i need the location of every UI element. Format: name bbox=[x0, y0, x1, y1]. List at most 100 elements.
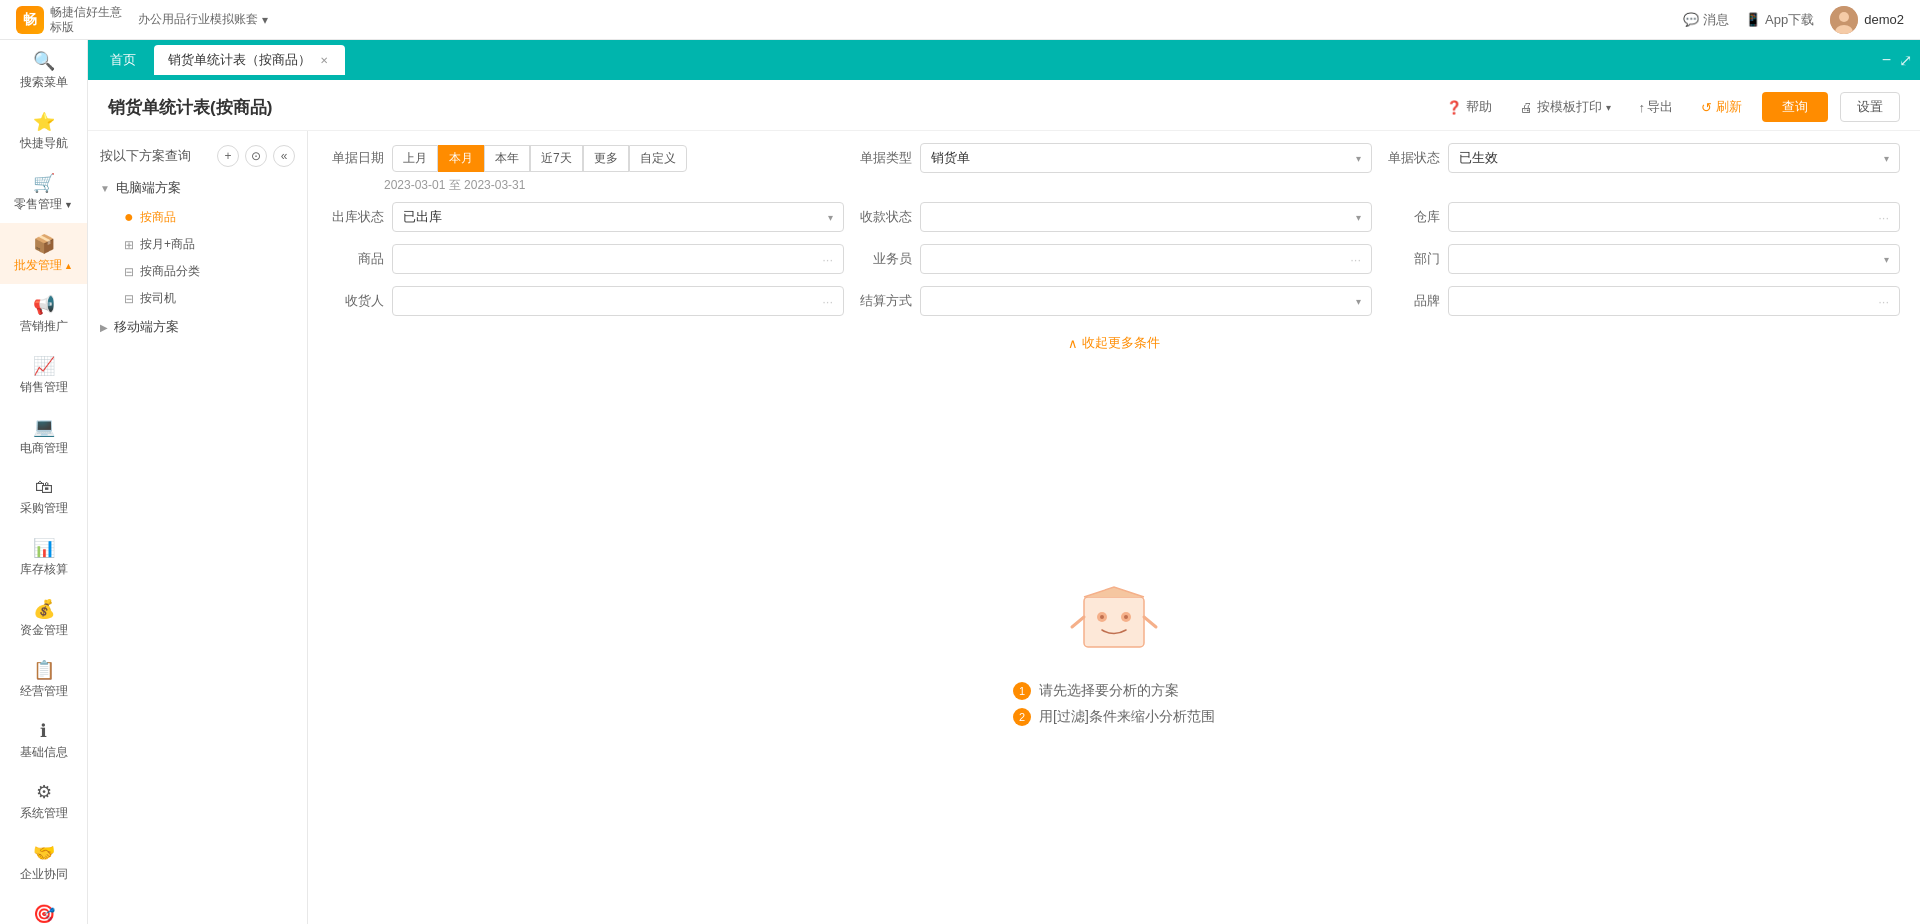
sidebar-item-basic-info[interactable]: ℹ 基础信息 bbox=[0, 710, 87, 771]
tree-item-by-driver[interactable]: ⊟ 按司机 bbox=[88, 285, 307, 312]
consignee-input[interactable]: ··· bbox=[392, 286, 844, 316]
collapse-button[interactable]: ∧ 收起更多条件 bbox=[1068, 334, 1160, 352]
sidebar-item-sales[interactable]: 📈 销售管理 bbox=[0, 345, 87, 406]
dept-select[interactable]: ▾ bbox=[1448, 244, 1900, 274]
consignee-dots-icon[interactable]: ··· bbox=[822, 294, 833, 309]
sidebar-item-nav[interactable]: ⭐ 快捷导航 bbox=[0, 101, 87, 162]
tree-mobile-label: 移动端方案 bbox=[114, 318, 179, 336]
sidebar-item-wholesale[interactable]: 📦 批发管理 ▲ bbox=[0, 223, 87, 284]
current-tab-label: 销货单统计表（按商品） bbox=[168, 51, 311, 69]
tree-by-category-label: 按商品分类 bbox=[140, 263, 200, 280]
app-download-button[interactable]: 📱 App下载 bbox=[1745, 11, 1814, 29]
tab-current[interactable]: 销货单统计表（按商品） ✕ bbox=[154, 45, 345, 75]
sidebar-item-guide[interactable]: 🎯 新手引导 bbox=[0, 893, 87, 924]
system-icon: ⚙ bbox=[4, 781, 83, 803]
right-content: 单据日期 上月 本月 本年 近7天 更多 自定义 bbox=[308, 131, 1920, 924]
sidebar-item-marketing[interactable]: 📢 营销推广 bbox=[0, 284, 87, 345]
help-icon: ❓ bbox=[1446, 100, 1462, 115]
sidebar-item-system[interactable]: ⚙ 系统管理 bbox=[0, 771, 87, 832]
print-template-button[interactable]: 🖨 按模板打印 ▾ bbox=[1512, 94, 1619, 120]
doc-status-control: 已生效 ▾ bbox=[1448, 143, 1900, 173]
refresh-button[interactable]: ↺ 刷新 bbox=[1693, 94, 1750, 120]
edit-scheme-button[interactable]: ⊙ bbox=[245, 145, 267, 167]
date-btn-more[interactable]: 更多 bbox=[583, 145, 629, 172]
doc-status-select[interactable]: 已生效 ▾ bbox=[1448, 143, 1900, 173]
retail-icon: 🛒 bbox=[4, 172, 83, 194]
top-bar-left: 畅 畅捷信好生意 标版 办公用品行业模拟账套 ▾ bbox=[16, 5, 276, 34]
tree-item-by-category[interactable]: ⊟ 按商品分类 bbox=[88, 258, 307, 285]
sales-icon: 📈 bbox=[4, 355, 83, 377]
filter-date: 单据日期 上月 本月 本年 近7天 更多 自定义 bbox=[328, 145, 844, 172]
tree-group-mobile[interactable]: ▶ 移动端方案 bbox=[88, 312, 307, 342]
svg-point-7 bbox=[1124, 615, 1128, 619]
tree-item-by-month-goods[interactable]: ⊞ 按月+商品 bbox=[88, 231, 307, 258]
sidebar-item-finance[interactable]: 💰 资金管理 bbox=[0, 588, 87, 649]
warehouse-dots-icon[interactable]: ··· bbox=[1878, 210, 1889, 225]
add-scheme-button[interactable]: + bbox=[217, 145, 239, 167]
sidebar-item-ecommerce[interactable]: 💻 电商管理 bbox=[0, 406, 87, 467]
salesman-label: 业务员 bbox=[856, 250, 912, 268]
filter-grid: 单据日期 上月 本月 本年 近7天 更多 自定义 bbox=[308, 131, 1920, 362]
settlement-select[interactable]: ▾ bbox=[920, 286, 1372, 316]
goods-input[interactable]: ··· bbox=[392, 244, 844, 274]
sidebar-item-purchase[interactable]: 🛍 采购管理 bbox=[0, 467, 87, 527]
export-button[interactable]: ↑ 导出 bbox=[1631, 94, 1682, 120]
tab-home[interactable]: 首页 bbox=[96, 45, 150, 75]
salesman-input[interactable]: ··· bbox=[920, 244, 1372, 274]
print-icon: 🖨 bbox=[1520, 100, 1533, 115]
help-button[interactable]: ❓ 帮助 bbox=[1438, 94, 1500, 120]
export-icon: ↑ bbox=[1639, 100, 1646, 115]
date-btn-custom[interactable]: 自定义 bbox=[629, 145, 687, 172]
goods-label: 商品 bbox=[328, 250, 384, 268]
category-icon: ⊟ bbox=[124, 265, 134, 279]
tab-close-button[interactable]: ✕ bbox=[317, 53, 331, 67]
receipt-status-chevron-icon: ▾ bbox=[1356, 212, 1361, 223]
sidebar-item-search[interactable]: 🔍 搜索菜单 bbox=[0, 40, 87, 101]
tip-num-1: 1 bbox=[1013, 682, 1031, 700]
brand-input[interactable]: ··· bbox=[1448, 286, 1900, 316]
doc-status-label: 单据状态 bbox=[1384, 149, 1440, 167]
date-btn-last-month[interactable]: 上月 bbox=[392, 145, 438, 172]
minimize-button[interactable]: − bbox=[1882, 51, 1891, 69]
out-status-select[interactable]: 已出库 ▾ bbox=[392, 202, 844, 232]
workspace-selector[interactable]: 办公用品行业模拟账套 ▾ bbox=[130, 7, 276, 32]
empty-state: 1 请先选择要分析的方案 2 用[过滤]条件来缩小分析范围 bbox=[308, 362, 1920, 924]
tab-bar: 首页 销货单统计表（按商品） ✕ − ⤢ bbox=[88, 40, 1920, 80]
date-filter: 上月 本月 本年 近7天 更多 自定义 bbox=[392, 145, 844, 172]
receipt-status-select[interactable]: ▾ bbox=[920, 202, 1372, 232]
salesman-dots-icon[interactable]: ··· bbox=[1350, 252, 1361, 267]
page-header-actions: ❓ 帮助 🖨 按模板打印 ▾ ↑ 导出 ↺ bbox=[1438, 92, 1901, 122]
left-panel: 按以下方案查询 + ⊙ « ▼ 电脑端方案 bbox=[88, 131, 308, 924]
goods-dots-icon[interactable]: ··· bbox=[822, 252, 833, 267]
doc-type-select[interactable]: 销货单 ▾ bbox=[920, 143, 1372, 173]
collapse-panel-button[interactable]: « bbox=[273, 145, 295, 167]
message-button[interactable]: 💬 消息 bbox=[1683, 11, 1729, 29]
date-btn-this-month[interactable]: 本月 bbox=[438, 145, 484, 172]
tree-by-goods-label: 按商品 bbox=[140, 209, 176, 226]
doc-type-control: 销货单 ▾ bbox=[920, 143, 1372, 173]
date-btn-this-year[interactable]: 本年 bbox=[484, 145, 530, 172]
sidebar-item-operations[interactable]: 📋 经营管理 bbox=[0, 649, 87, 710]
basic-info-icon: ℹ bbox=[4, 720, 83, 742]
main-layout: 🔍 搜索菜单 ⭐ 快捷导航 🛒 零售管理 ▼ 📦 批发管理 ▲ 📢 营销推广 bbox=[0, 40, 1920, 924]
sidebar-item-retail[interactable]: 🛒 零售管理 ▼ bbox=[0, 162, 87, 223]
page-title: 销货单统计表(按商品) bbox=[108, 96, 272, 119]
sidebar-item-inventory[interactable]: 📊 库存核算 bbox=[0, 527, 87, 588]
user-area[interactable]: demo2 bbox=[1830, 6, 1904, 34]
query-button[interactable]: 查询 bbox=[1762, 92, 1828, 122]
warehouse-input[interactable]: ··· bbox=[1448, 202, 1900, 232]
maximize-button[interactable]: ⤢ bbox=[1899, 51, 1912, 70]
left-panel-actions: + ⊙ « bbox=[217, 145, 295, 167]
tree-group-desktop[interactable]: ▼ 电脑端方案 bbox=[88, 173, 307, 203]
chevron-down-icon: ▾ bbox=[262, 13, 268, 27]
date-btn-7days[interactable]: 近7天 bbox=[530, 145, 583, 172]
tree-item-by-goods[interactable]: ● 按商品 bbox=[88, 203, 307, 231]
filter-salesman: 业务员 ··· bbox=[856, 244, 1372, 274]
out-status-control: 已出库 ▾ bbox=[392, 202, 844, 232]
filter-goods: 商品 ··· bbox=[328, 244, 844, 274]
sidebar-item-enterprise[interactable]: 🤝 企业协同 bbox=[0, 832, 87, 893]
doc-type-label: 单据类型 bbox=[856, 149, 912, 167]
page-content: 销货单统计表(按商品) ❓ 帮助 🖨 按模板打印 ▾ ↑ bbox=[88, 80, 1920, 924]
settings-button[interactable]: 设置 bbox=[1840, 92, 1900, 122]
brand-dots-icon[interactable]: ··· bbox=[1878, 294, 1889, 309]
